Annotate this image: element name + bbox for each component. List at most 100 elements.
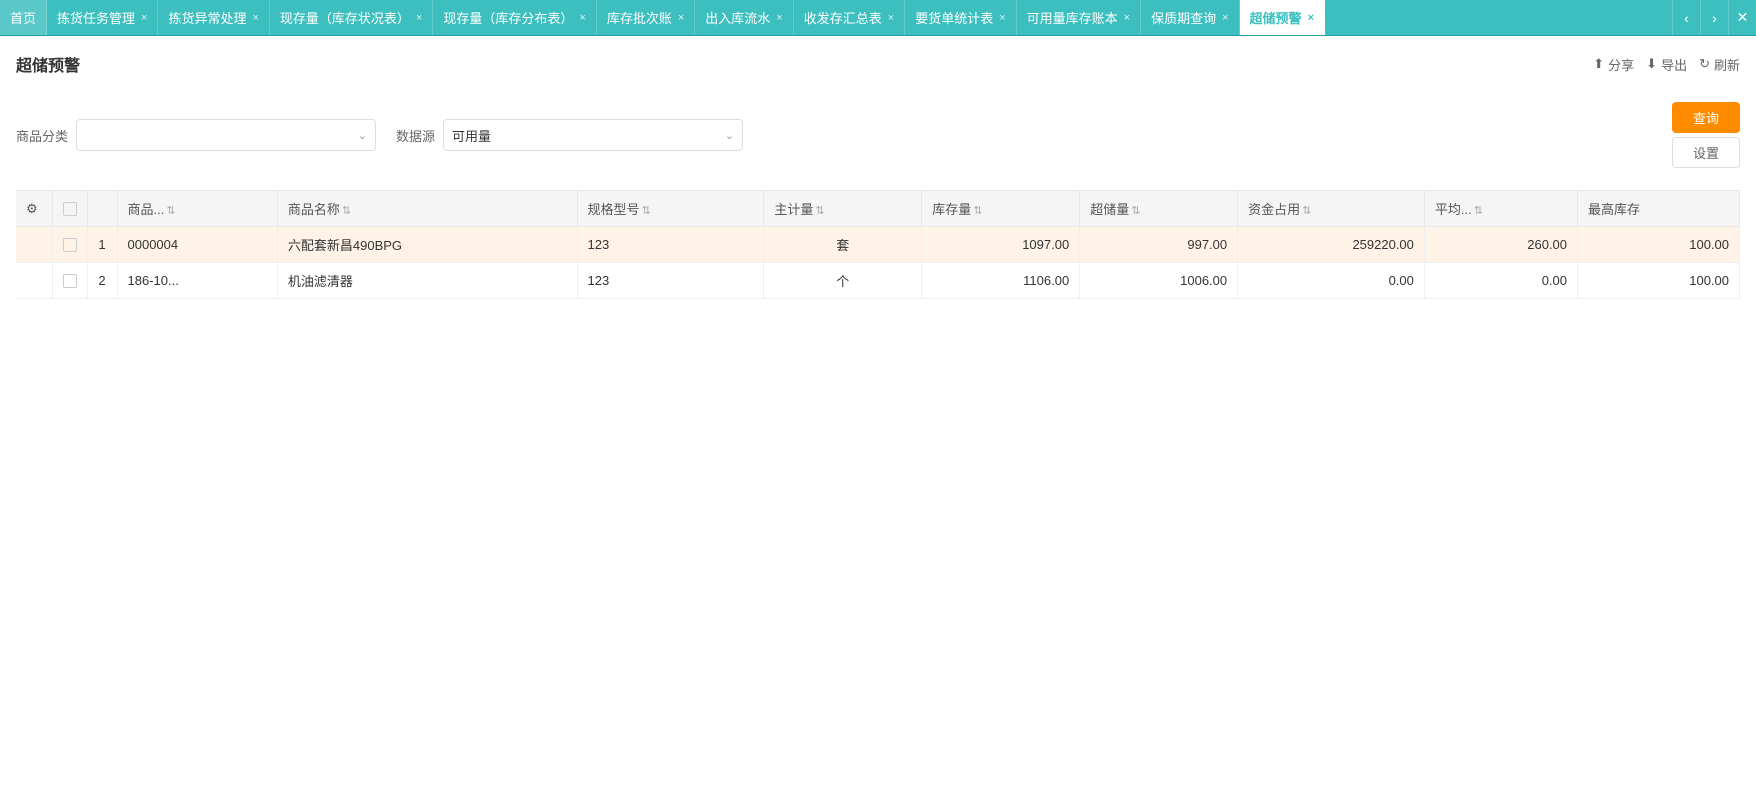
col-overflow[interactable]: 超储量⇅	[1080, 191, 1238, 227]
row-avg: 260.00	[1424, 227, 1577, 263]
nav-item[interactable]: 拣货异常处理 ×	[158, 0, 269, 36]
nav-arrows: ‹ › ✕	[1672, 0, 1756, 36]
nav-item-label: 库存批次账	[607, 8, 672, 27]
nav-item[interactable]: 可用量库存账本 ×	[1017, 0, 1141, 36]
nav-item[interactable]: 超储预警 ×	[1240, 0, 1325, 36]
refresh-button[interactable]: ↻ 刷新	[1699, 55, 1740, 74]
nav-item-label: 超储预警	[1250, 8, 1302, 27]
page-title: 超储预警	[16, 52, 80, 76]
row-product-code: 186-10...	[117, 263, 277, 299]
query-button[interactable]: 查询	[1672, 102, 1740, 133]
select-all-checkbox[interactable]	[63, 202, 77, 216]
row-spec: 123	[577, 227, 764, 263]
col-gear[interactable]: ⚙	[16, 191, 52, 227]
row-avg: 0.00	[1424, 263, 1577, 299]
col-checkbox	[52, 191, 87, 227]
nav-item-label: 拣货异常处理	[168, 8, 246, 27]
nav-item[interactable]: 拣货任务管理 ×	[47, 0, 158, 36]
nav-item-label: 现存量（库存分布表）	[443, 8, 573, 27]
col-product-code[interactable]: 商品...⇅	[117, 191, 277, 227]
col-unit[interactable]: 主计量⇅	[764, 191, 922, 227]
datasource-dropdown-icon: ⌄	[725, 129, 734, 142]
datasource-select-value: 可用量	[452, 126, 491, 145]
nav-item[interactable]: 现存量（库存状况表）×	[270, 0, 433, 36]
nav-close-icon[interactable]: ×	[678, 12, 684, 24]
nav-prev-button[interactable]: ‹	[1672, 0, 1700, 36]
nav-bar: 首页拣货任务管理×拣货异常处理×现存量（库存状况表）×现存量（库存分布表）×库存…	[0, 0, 1756, 36]
row-checkbox[interactable]	[63, 238, 77, 252]
nav-item-label: 出入库流水	[705, 8, 770, 27]
nav-close-icon[interactable]: ×	[999, 12, 1005, 24]
nav-close-button[interactable]: ✕	[1728, 0, 1756, 36]
row-gear[interactable]	[16, 227, 52, 263]
nav-item[interactable]: 库存批次账 ×	[597, 0, 695, 36]
row-max-stock: 100.00	[1578, 263, 1740, 299]
nav-item[interactable]: 收发存汇总表 ×	[794, 0, 905, 36]
col-index	[87, 191, 117, 227]
col-stock[interactable]: 库存量⇅	[922, 191, 1080, 227]
table-row: 2 186-10... 机油滤清器 123 个 1106.00 1006.00 …	[16, 263, 1740, 299]
nav-close-icon[interactable]: ×	[252, 12, 258, 24]
row-product-name: 六配套新昌490BPG	[277, 227, 577, 263]
nav-close-icon[interactable]: ×	[416, 12, 422, 24]
nav-item-label: 拣货任务管理	[57, 8, 135, 27]
filter-buttons: 查询 设置	[1672, 102, 1740, 168]
row-product-name: 机油滤清器	[277, 263, 577, 299]
col-max-stock[interactable]: 最高库存	[1578, 191, 1740, 227]
category-dropdown-icon: ⌄	[358, 129, 367, 142]
row-product-code: 0000004	[117, 227, 277, 263]
nav-item[interactable]: 出入库流水 ×	[695, 0, 793, 36]
nav-close-icon[interactable]: ×	[888, 12, 894, 24]
nav-close-icon[interactable]: ×	[579, 12, 585, 24]
col-capital[interactable]: 资金占用⇅	[1238, 191, 1425, 227]
row-checkbox-cell	[52, 227, 87, 263]
export-button[interactable]: ⬇ 导出	[1646, 55, 1687, 74]
row-spec: 123	[577, 263, 764, 299]
export-icon: ⬇	[1646, 56, 1657, 72]
nav-next-button[interactable]: ›	[1700, 0, 1728, 36]
row-overflow: 1006.00	[1080, 263, 1238, 299]
nav-close-icon[interactable]: ×	[1124, 12, 1130, 24]
row-checkbox[interactable]	[63, 274, 77, 288]
row-capital: 259220.00	[1238, 227, 1425, 263]
settings-button[interactable]: 设置	[1672, 137, 1740, 168]
nav-item[interactable]: 现存量（库存分布表） ×	[433, 0, 596, 36]
nav-item-label: 收发存汇总表	[804, 8, 882, 27]
row-unit: 套	[764, 227, 922, 263]
row-gear[interactable]	[16, 263, 52, 299]
row-index: 2	[87, 263, 117, 299]
row-overflow: 997.00	[1080, 227, 1238, 263]
header-actions: ⬆ 分享 ⬇ 导出 ↻ 刷新	[1593, 55, 1740, 74]
datasource-filter: 数据源 可用量 ⌄	[396, 119, 743, 151]
nav-item[interactable]: 要货单统计表 ×	[905, 0, 1016, 36]
table-header-row: ⚙ 商品...⇅ 商品名称⇅ 规格型号⇅ 主计量⇅ 库存量⇅ 超储量⇅ 资金占用…	[16, 191, 1740, 227]
nav-item-label: 可用量库存账本	[1027, 8, 1118, 27]
col-product-name[interactable]: 商品名称⇅	[277, 191, 577, 227]
row-stock: 1106.00	[922, 263, 1080, 299]
nav-item-label: 首页	[10, 8, 36, 27]
share-button[interactable]: ⬆ 分享	[1593, 55, 1634, 74]
page-header: 超储预警 ⬆ 分享 ⬇ 导出 ↻ 刷新	[16, 52, 1740, 76]
nav-item-label: 要货单统计表	[915, 8, 993, 27]
nav-close-icon[interactable]: ×	[141, 12, 147, 24]
data-table: ⚙ 商品...⇅ 商品名称⇅ 规格型号⇅ 主计量⇅ 库存量⇅ 超储量⇅ 资金占用…	[16, 190, 1740, 299]
row-capital: 0.00	[1238, 263, 1425, 299]
datasource-select[interactable]: 可用量 ⌄	[443, 119, 743, 151]
main-content: 超储预警 ⬆ 分享 ⬇ 导出 ↻ 刷新 商品分类 ⌄ 数据源	[0, 36, 1756, 800]
refresh-icon: ↻	[1699, 56, 1710, 72]
col-spec[interactable]: 规格型号⇅	[577, 191, 764, 227]
nav-item[interactable]: 保质期查询×	[1141, 0, 1239, 36]
nav-close-icon[interactable]: ×	[1308, 12, 1314, 24]
category-select[interactable]: ⌄	[76, 119, 376, 151]
category-label: 商品分类	[16, 126, 68, 145]
share-icon: ⬆	[1593, 56, 1604, 72]
nav-item[interactable]: 首页	[0, 0, 47, 36]
nav-close-icon[interactable]: ×	[776, 12, 782, 24]
nav-close-icon[interactable]: ×	[1222, 12, 1228, 24]
row-checkbox-cell	[52, 263, 87, 299]
filter-area: 商品分类 ⌄ 数据源 可用量 ⌄ 查询 设置	[16, 92, 1740, 178]
col-avg[interactable]: 平均...⇅	[1424, 191, 1577, 227]
row-stock: 1097.00	[922, 227, 1080, 263]
row-max-stock: 100.00	[1578, 227, 1740, 263]
category-filter: 商品分类 ⌄	[16, 119, 376, 151]
